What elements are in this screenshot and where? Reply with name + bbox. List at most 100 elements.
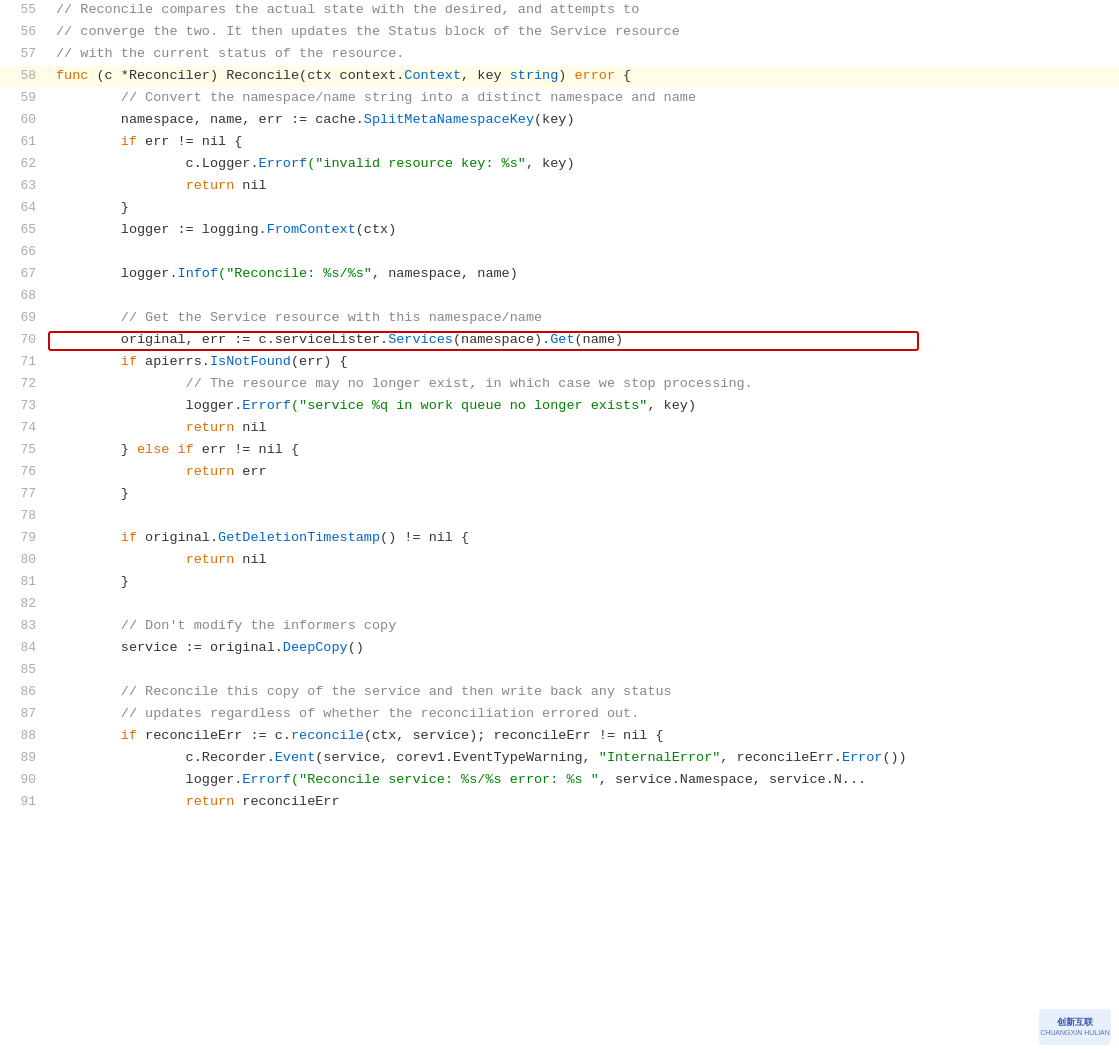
line-number: 75 [0, 440, 52, 462]
normal-token: service := original. [56, 640, 283, 655]
normal-token: } [56, 200, 129, 215]
code-line: 66 [0, 242, 1119, 264]
line-number: 82 [0, 594, 52, 616]
normal-token: } [56, 486, 129, 501]
code-line: 72 // The resource may no longer exist, … [0, 374, 1119, 396]
line-number: 58 [0, 66, 52, 88]
comment-token: // Reconcile compares the actual state w… [56, 2, 639, 17]
code-content: logger.Errorf("Reconcile service: %s/%s … [52, 770, 1119, 792]
normal-token [56, 464, 186, 479]
line-number: 71 [0, 352, 52, 374]
code-line: 68 [0, 286, 1119, 308]
method-token: Event [275, 750, 316, 765]
code-content: // updates regardless of whether the rec… [52, 704, 1119, 726]
line-number: 63 [0, 176, 52, 198]
code-line: 59 // Convert the namespace/name string … [0, 88, 1119, 110]
line-number: 86 [0, 682, 52, 704]
kw-token: if [121, 728, 137, 743]
code-content: // Get the Service resource with this na… [52, 308, 1119, 330]
normal-token: apierrs. [137, 354, 210, 369]
code-content: return reconcileErr [52, 792, 1119, 814]
normal-token [56, 420, 186, 435]
line-number: 91 [0, 792, 52, 814]
string-token: ("service %q in work queue no longer exi… [291, 398, 647, 413]
comment-token: // updates regardless of whether the rec… [56, 706, 639, 721]
code-content: // Reconcile this copy of the service an… [52, 682, 1119, 704]
method-token: Get [550, 332, 574, 347]
kw-token: if [121, 134, 137, 149]
normal-token: (namespace). [453, 332, 550, 347]
code-content: } [52, 484, 1119, 506]
code-content: // converge the two. It then updates the… [52, 22, 1119, 44]
code-line: 55// Reconcile compares the actual state… [0, 0, 1119, 22]
kw-token: return [186, 464, 235, 479]
normal-token [56, 530, 121, 545]
line-number: 76 [0, 462, 52, 484]
normal-token [56, 552, 186, 567]
code-content [52, 594, 1119, 616]
line-number: 87 [0, 704, 52, 726]
code-line: 77 } [0, 484, 1119, 506]
line-number: 90 [0, 770, 52, 792]
code-content [52, 660, 1119, 682]
line-number: 56 [0, 22, 52, 44]
comment-token: // Don't modify the informers copy [56, 618, 396, 633]
code-line: 62 c.Logger.Errorf("invalid resource key… [0, 154, 1119, 176]
normal-token: c.Recorder. [56, 750, 275, 765]
code-content: if apierrs.IsNotFound(err) { [52, 352, 1119, 374]
code-line: 88 if reconcileErr := c.reconcile(ctx, s… [0, 726, 1119, 748]
method-token: DeepCopy [283, 640, 348, 655]
code-content: // Don't modify the informers copy [52, 616, 1119, 638]
code-content [52, 242, 1119, 264]
normal-token: , key) [526, 156, 575, 171]
code-content: // with the current status of the resour… [52, 44, 1119, 66]
code-content: if reconcileErr := c.reconcile(ctx, serv… [52, 726, 1119, 748]
code-line: 70 original, err := c.serviceLister.Serv… [0, 330, 1119, 352]
comment-token: // The resource may no longer exist, in … [56, 376, 753, 391]
line-number: 66 [0, 242, 52, 264]
normal-token: reconcileErr [234, 794, 339, 809]
code-line: 56// converge the two. It then updates t… [0, 22, 1119, 44]
code-content: namespace, name, err := cache.SplitMetaN… [52, 110, 1119, 132]
normal-token: err != nil { [137, 134, 242, 149]
comment-token: // Convert the namespace/name string int… [56, 90, 696, 105]
method-token: GetDeletionTimestamp [218, 530, 380, 545]
line-number: 67 [0, 264, 52, 286]
string-token: "InternalError" [599, 750, 721, 765]
normal-token: , key [461, 68, 510, 83]
method-token: Errorf [242, 772, 291, 787]
code-content: } [52, 572, 1119, 594]
code-line: 61 if err != nil { [0, 132, 1119, 154]
code-content: c.Recorder.Event(service, corev1.EventTy… [52, 748, 1119, 770]
watermark: 创新互联 CHUANGXIN HULIAN [1039, 1009, 1111, 1045]
code-line: 86 // Reconcile this copy of the service… [0, 682, 1119, 704]
code-line: 80 return nil [0, 550, 1119, 572]
normal-token: , service.Namespace, service.N [599, 772, 842, 787]
method-token: reconcile [291, 728, 364, 743]
code-line: 73 logger.Errorf("service %q in work que… [0, 396, 1119, 418]
normal-token: err [234, 464, 266, 479]
line-number: 73 [0, 396, 52, 418]
kw-token: return [186, 552, 235, 567]
normal-token: logger. [56, 398, 242, 413]
normal-token: } [56, 442, 137, 457]
comment-token: // Get the Service resource with this na… [56, 310, 542, 325]
comment-token: // with the current status of the resour… [56, 46, 404, 61]
line-number: 80 [0, 550, 52, 572]
line-number: 69 [0, 308, 52, 330]
normal-token: err != nil { [194, 442, 299, 457]
normal-token: () [348, 640, 364, 655]
code-content: c.Logger.Errorf("invalid resource key: %… [52, 154, 1119, 176]
normal-token: logger := logging. [56, 222, 267, 237]
line-number: 78 [0, 506, 52, 528]
line-number: 84 [0, 638, 52, 660]
kw-token: func [56, 68, 88, 83]
code-line: 85 [0, 660, 1119, 682]
normal-token: namespace, name, err := cache. [56, 112, 364, 127]
normal-token: (name) [575, 332, 624, 347]
normal-token: } [56, 574, 129, 589]
line-number: 85 [0, 660, 52, 682]
code-line: 78 [0, 506, 1119, 528]
code-content: return nil [52, 176, 1119, 198]
code-line: 87 // updates regardless of whether the … [0, 704, 1119, 726]
